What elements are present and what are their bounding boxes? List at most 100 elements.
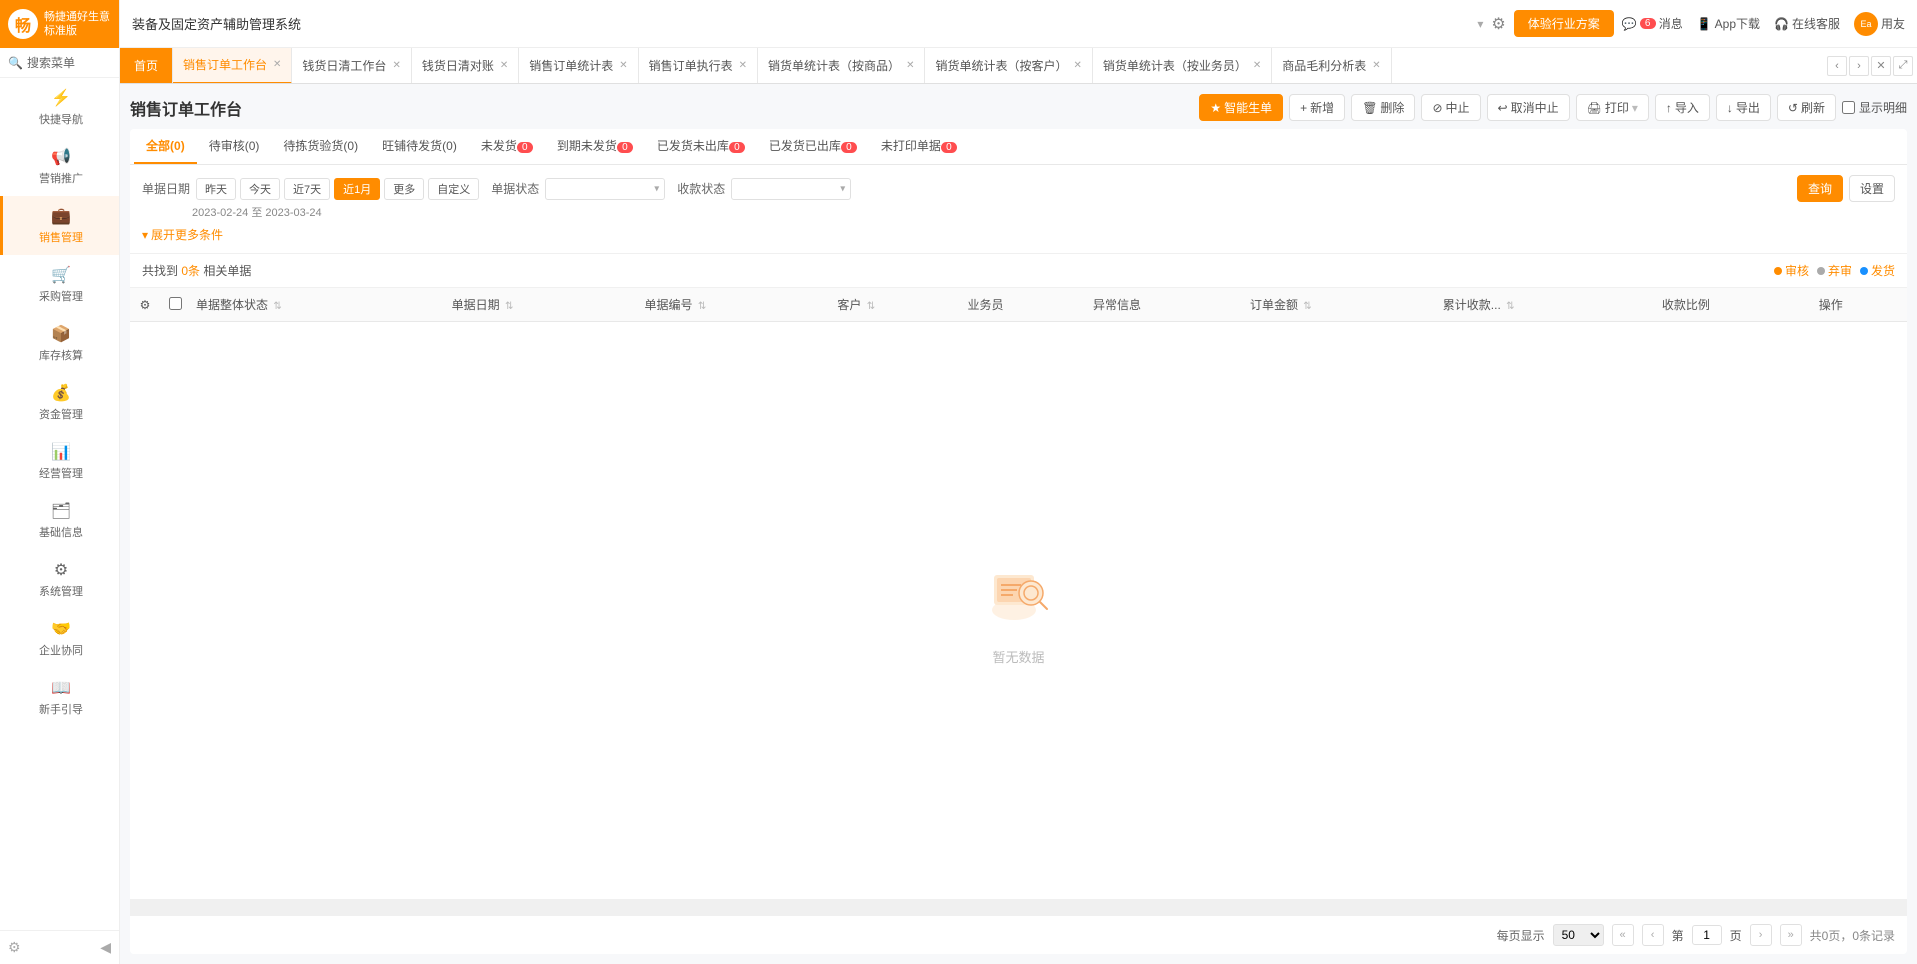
tab-next-button[interactable]: ›: [1849, 56, 1869, 76]
message-icon-item[interactable]: 💬 6 消息: [1622, 15, 1683, 32]
sidebar-item-cooperation[interactable]: 🤝 企业协同: [0, 609, 119, 668]
tab-sales-summary-customer[interactable]: 销货单统计表（按客户） ✕: [925, 48, 1092, 84]
tab-bar: 首页 销售订单工作台 ✕ 钱货日清工作台 ✕ 钱货日清对账 ✕ 销售订单统计表 …: [120, 48, 1917, 84]
th-settings[interactable]: ⚙: [130, 288, 160, 322]
tab-sales-summary-staff-label: 销货单统计表（按业务员）: [1103, 57, 1247, 74]
online-service-item[interactable]: 🎧 在线客服: [1774, 15, 1840, 32]
tab-sales-summary-product[interactable]: 销货单统计表（按商品） ✕: [758, 48, 925, 84]
sub-tab-shipped-not-out[interactable]: 已发货未出库0: [645, 129, 757, 164]
next-page-button[interactable]: ›: [1750, 924, 1772, 946]
user-menu[interactable]: Ea 用友: [1854, 12, 1905, 36]
date-7days-btn[interactable]: 近7天: [284, 178, 330, 200]
tab-sales-summary-staff-close[interactable]: ✕: [1253, 60, 1261, 71]
th-customer[interactable]: 客户 ⇅: [831, 288, 961, 322]
sidebar-item-guide[interactable]: 📖 新手引导: [0, 668, 119, 727]
tab-gross-margin[interactable]: 商品毛利分析表 ✕: [1272, 48, 1391, 84]
sidebar-item-sales[interactable]: 💼 销售管理: [0, 196, 119, 255]
tab-sales-order-close[interactable]: ✕: [273, 59, 281, 70]
last-page-button[interactable]: »: [1780, 924, 1802, 946]
sidebar-item-quick-nav[interactable]: ⚡ 快捷导航: [0, 78, 119, 137]
tab-maximize-button[interactable]: ⤢: [1893, 56, 1913, 76]
expand-filter-btn[interactable]: ▾ 展开更多条件: [142, 220, 1895, 243]
refresh-button[interactable]: ↺ 刷新: [1777, 94, 1836, 121]
tab-sales-exec[interactable]: 销售订单执行表 ✕: [639, 48, 758, 84]
tab-sales-summary-customer-close[interactable]: ✕: [1073, 60, 1081, 71]
import-button[interactable]: ↑ 导入: [1655, 94, 1710, 121]
tab-cash-daily[interactable]: 钱货日清工作台 ✕: [292, 48, 411, 84]
tab-sales-stat-close[interactable]: ✕: [619, 60, 627, 71]
sub-tab-wang-pending[interactable]: 旺铺待发货(0): [370, 129, 469, 164]
sidebar-item-system[interactable]: ⚙ 系统管理: [0, 550, 119, 609]
tab-home[interactable]: 首页: [120, 48, 173, 84]
page-input[interactable]: [1692, 925, 1722, 945]
date-custom-btn[interactable]: 自定义: [428, 178, 479, 200]
tab-cash-daily-close[interactable]: ✕: [392, 60, 400, 71]
dropdown-arrow-icon[interactable]: ▾: [1477, 17, 1483, 31]
tab-cash-reconcile-close[interactable]: ✕: [500, 60, 508, 71]
sort-date-icon: ⇅: [505, 301, 513, 312]
review-action-btn[interactable]: 审核: [1774, 262, 1809, 279]
th-date[interactable]: 单据日期 ⇅: [446, 288, 639, 322]
th-staff[interactable]: 业务员: [961, 288, 1087, 322]
th-checkbox[interactable]: [160, 288, 190, 322]
horizontal-scrollbar[interactable]: [130, 899, 1907, 915]
cancel-stop-button[interactable]: ↩ 取消中止: [1487, 94, 1570, 121]
sub-tab-shipped-out[interactable]: 已发货已出库0: [757, 129, 869, 164]
sidebar-item-basic[interactable]: 🗂 基础信息: [0, 491, 119, 550]
th-amount[interactable]: 订单金额 ⇅: [1244, 288, 1437, 322]
show-detail-label[interactable]: 显示明细: [1842, 99, 1907, 116]
date-more-btn[interactable]: 更多: [384, 178, 424, 200]
page-size-select[interactable]: 50 20 100: [1553, 924, 1604, 946]
tab-sales-order[interactable]: 销售订单工作台 ✕: [173, 48, 292, 84]
sub-tab-not-shipped[interactable]: 未发货0: [469, 129, 545, 164]
refresh-icon: ↺: [1788, 101, 1798, 115]
sidebar-item-operations[interactable]: 📊 经营管理: [0, 432, 119, 491]
date-yesterday-btn[interactable]: 昨天: [196, 178, 236, 200]
sub-tab-all[interactable]: 全部(0): [134, 129, 197, 164]
delete-button[interactable]: 🗑 删除: [1351, 94, 1415, 121]
industry-plan-button[interactable]: 体验行业方案: [1514, 10, 1614, 37]
print-button[interactable]: 🖨 打印 ▾: [1576, 94, 1649, 121]
app-download-item[interactable]: 📱 App下载: [1697, 15, 1760, 32]
sub-tab-overdue-not-shipped[interactable]: 到期未发货0: [545, 129, 645, 164]
payment-select[interactable]: [731, 178, 851, 200]
th-received[interactable]: 累计收款... ⇅: [1437, 288, 1656, 322]
th-number[interactable]: 单据编号 ⇅: [638, 288, 831, 322]
query-button[interactable]: 查询: [1797, 175, 1843, 202]
first-page-button[interactable]: «: [1612, 924, 1634, 946]
settings-gear-icon[interactable]: ⚙: [8, 939, 21, 956]
cancel-review-action-btn[interactable]: 弃审: [1817, 262, 1852, 279]
sidebar-item-marketing[interactable]: 📢 营销推广: [0, 137, 119, 196]
sidebar-search[interactable]: 🔍 搜索菜单: [0, 48, 119, 78]
tab-sales-stat[interactable]: 销售订单统计表 ✕: [519, 48, 638, 84]
date-1month-btn[interactable]: 近1月: [334, 178, 380, 200]
sidebar-item-inventory[interactable]: 📦 库存核算: [0, 314, 119, 373]
ship-action-btn[interactable]: 发货: [1860, 262, 1895, 279]
sub-tab-pending-inspect-label: 待拣货验货: [283, 139, 343, 153]
add-button[interactable]: + 新增: [1289, 94, 1345, 121]
export-button[interactable]: ↓ 导出: [1716, 94, 1771, 121]
sidebar-item-finance[interactable]: 💰 资金管理: [0, 373, 119, 432]
sub-tab-not-printed[interactable]: 未打印单据0: [869, 129, 969, 164]
sub-tab-pending-review[interactable]: 待审核(0): [197, 129, 272, 164]
tab-cash-reconcile[interactable]: 钱货日清对账 ✕: [412, 48, 519, 84]
show-detail-checkbox[interactable]: [1842, 101, 1855, 114]
tab-close-all-button[interactable]: ✕: [1871, 56, 1891, 76]
prev-page-button[interactable]: ‹: [1642, 924, 1664, 946]
gear-icon[interactable]: ⚙: [1491, 14, 1505, 34]
tab-sales-exec-close[interactable]: ✕: [739, 60, 747, 71]
collapse-sidebar-icon[interactable]: ◀: [100, 939, 111, 956]
tab-prev-button[interactable]: ‹: [1827, 56, 1847, 76]
select-all-checkbox[interactable]: [169, 297, 182, 310]
smart-create-button[interactable]: ★ 智能生单: [1199, 94, 1283, 121]
stop-button[interactable]: ⊘ 中止: [1421, 94, 1480, 121]
status-select[interactable]: [545, 178, 665, 200]
sidebar-item-purchase[interactable]: 🛒 采购管理: [0, 255, 119, 314]
sub-tab-pending-inspect[interactable]: 待拣货验货(0): [271, 129, 370, 164]
tab-sales-summary-product-close[interactable]: ✕: [906, 60, 914, 71]
date-today-btn[interactable]: 今天: [240, 178, 280, 200]
settings-button[interactable]: 设置: [1849, 175, 1895, 202]
tab-sales-summary-staff[interactable]: 销货单统计表（按业务员） ✕: [1093, 48, 1272, 84]
th-status[interactable]: 单据整体状态 ⇅: [190, 288, 446, 322]
tab-gross-margin-close[interactable]: ✕: [1372, 60, 1380, 71]
